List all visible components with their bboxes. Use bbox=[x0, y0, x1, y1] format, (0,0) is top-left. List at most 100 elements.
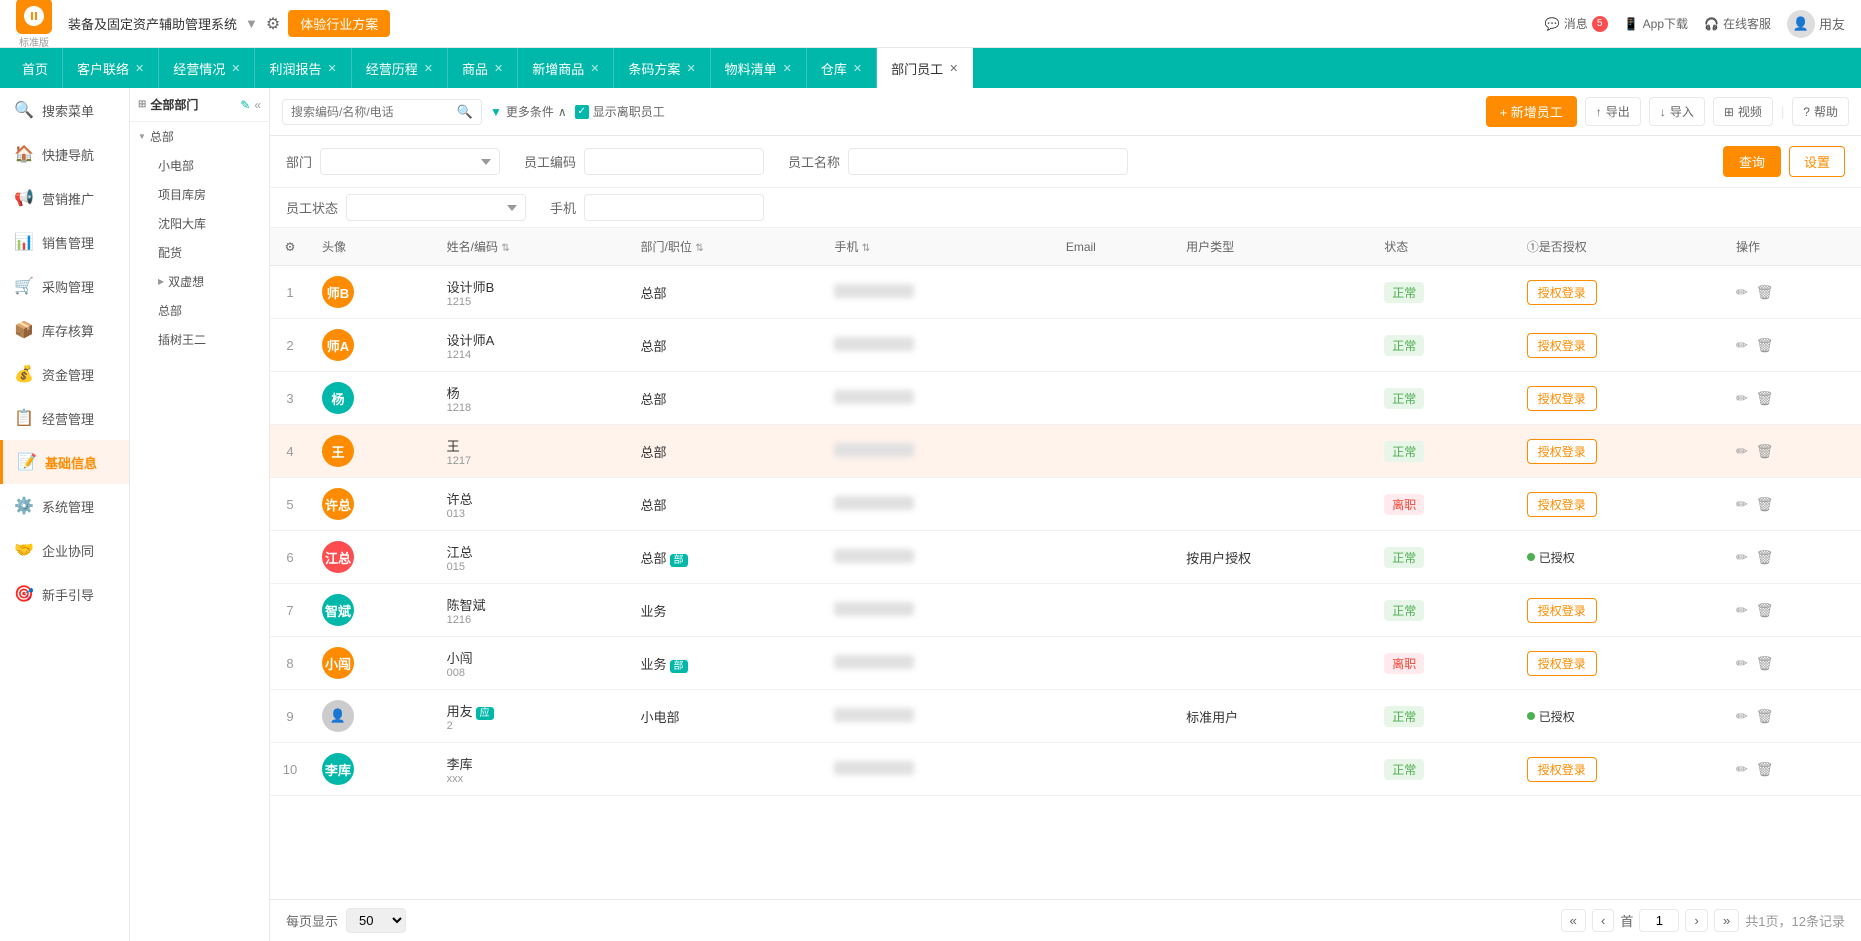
gear-icon[interactable]: ⚙ bbox=[266, 14, 280, 34]
authorize-button[interactable]: 授权登录 bbox=[1527, 333, 1597, 358]
authorize-button[interactable]: 授权登录 bbox=[1527, 280, 1597, 305]
col-phone[interactable]: 手机 ⇅ bbox=[822, 228, 1054, 266]
tab-profit[interactable]: 利润报告 ✕ bbox=[255, 48, 351, 88]
tab-barcode[interactable]: 条码方案 ✕ bbox=[614, 48, 710, 88]
close-operation-tab[interactable]: ✕ bbox=[231, 62, 240, 75]
nav-search[interactable]: 🔍 搜索菜单 bbox=[0, 88, 129, 132]
edit-icon[interactable]: ✏ bbox=[1736, 708, 1748, 725]
authorize-button[interactable]: 授权登录 bbox=[1527, 439, 1597, 464]
help-button[interactable]: ? 帮助 bbox=[1792, 97, 1849, 126]
edit-icon[interactable]: ✏ bbox=[1736, 390, 1748, 407]
page-size-select[interactable]: 50 100 200 bbox=[346, 908, 406, 933]
authorize-button[interactable]: 授权登录 bbox=[1527, 386, 1597, 411]
search-box[interactable]: 🔍 bbox=[282, 99, 482, 125]
close-barcode-tab[interactable]: ✕ bbox=[686, 62, 695, 75]
edit-icon[interactable]: ✏ bbox=[1736, 284, 1748, 301]
dept-headquarter[interactable]: ▼ 总部 bbox=[130, 122, 269, 151]
nav-marketing[interactable]: 📢 营销推广 bbox=[0, 176, 129, 220]
delete-icon[interactable]: 🗑 bbox=[1756, 337, 1774, 354]
dept-project-warehouse[interactable]: 项目库房 bbox=[130, 180, 269, 209]
close-history-tab[interactable]: ✕ bbox=[424, 62, 433, 75]
employee-name-input[interactable] bbox=[848, 148, 1128, 175]
edit-icon[interactable]: ✏ bbox=[1736, 602, 1748, 619]
delete-icon[interactable]: 🗑 bbox=[1756, 443, 1774, 460]
edit-icon[interactable]: ✏ bbox=[1736, 443, 1748, 460]
tab-employees[interactable]: 部门员工 ✕ bbox=[877, 48, 973, 88]
next-page-button[interactable]: › bbox=[1685, 909, 1707, 932]
dept-edit-icon[interactable]: ✎ bbox=[240, 98, 250, 112]
online-service-button[interactable]: 🎧 在线客服 bbox=[1704, 15, 1771, 32]
prev-page-button[interactable]: ‹ bbox=[1592, 909, 1614, 932]
dept-hq[interactable]: 总部 bbox=[130, 296, 269, 325]
delete-icon[interactable]: 🗑 bbox=[1756, 390, 1774, 407]
col-dept[interactable]: 部门/职位 ⇅ bbox=[629, 228, 823, 266]
close-profit-tab[interactable]: ✕ bbox=[328, 62, 337, 75]
app-download-button[interactable]: 📱 App下载 bbox=[1624, 15, 1688, 32]
delete-icon[interactable]: 🗑 bbox=[1756, 708, 1774, 725]
view-button[interactable]: ⊞ 视频 bbox=[1713, 97, 1773, 126]
dept-filter-select[interactable] bbox=[320, 148, 500, 175]
edit-icon[interactable]: ✏ bbox=[1736, 549, 1748, 566]
tab-operation[interactable]: 经营情况 ✕ bbox=[159, 48, 255, 88]
last-page-button[interactable]: » bbox=[1714, 909, 1739, 932]
tab-history[interactable]: 经营历程 ✕ bbox=[352, 48, 448, 88]
col-settings[interactable]: ⚙ bbox=[270, 228, 310, 266]
edit-icon[interactable]: ✏ bbox=[1736, 655, 1748, 672]
edit-icon[interactable]: ✏ bbox=[1736, 496, 1748, 513]
delete-icon[interactable]: 🗑 bbox=[1756, 655, 1774, 672]
authorize-button[interactable]: 授权登录 bbox=[1527, 757, 1597, 782]
nav-purchase[interactable]: 🛒 采购管理 bbox=[0, 264, 129, 308]
nav-system[interactable]: ⚙️ 系统管理 bbox=[0, 484, 129, 528]
tab-bom[interactable]: 物料清单 ✕ bbox=[711, 48, 807, 88]
close-customer-tab[interactable]: ✕ bbox=[135, 62, 144, 75]
user-area[interactable]: 👤 用友 bbox=[1787, 10, 1845, 38]
close-warehouse-tab[interactable]: ✕ bbox=[853, 62, 862, 75]
delete-icon[interactable]: 🗑 bbox=[1756, 549, 1774, 566]
experience-button[interactable]: 体验行业方案 bbox=[288, 10, 390, 37]
nav-inventory[interactable]: 📦 库存核算 bbox=[0, 308, 129, 352]
authorize-button[interactable]: 授权登录 bbox=[1527, 651, 1597, 676]
status-filter-select[interactable] bbox=[346, 194, 526, 221]
search-input[interactable] bbox=[291, 105, 453, 119]
export-button[interactable]: ↑ 导出 bbox=[1585, 97, 1641, 126]
dropdown-icon[interactable]: ▼ bbox=[245, 16, 258, 31]
close-add-goods-tab[interactable]: ✕ bbox=[590, 62, 599, 75]
edit-icon[interactable]: ✏ bbox=[1736, 761, 1748, 778]
delete-icon[interactable]: 🗑 bbox=[1756, 602, 1774, 619]
first-page-button[interactable]: « bbox=[1561, 909, 1586, 932]
tab-home[interactable]: 首页 bbox=[8, 48, 63, 88]
nav-basic[interactable]: 📝 基础信息 bbox=[0, 440, 129, 484]
search-button[interactable]: 查询 bbox=[1723, 146, 1781, 177]
dept-distribution[interactable]: 配货 bbox=[130, 238, 269, 267]
nav-finance[interactable]: 💰 资金管理 bbox=[0, 352, 129, 396]
nav-enterprise[interactable]: 🤝 企业协同 bbox=[0, 528, 129, 572]
close-bom-tab[interactable]: ✕ bbox=[783, 62, 792, 75]
tab-add-goods[interactable]: 新增商品 ✕ bbox=[518, 48, 614, 88]
dept-shenyang[interactable]: 沈阳大库 bbox=[130, 209, 269, 238]
search-icon[interactable]: 🔍 bbox=[457, 104, 473, 120]
col-name[interactable]: 姓名/编码 ⇅ bbox=[435, 228, 629, 266]
page-number-input[interactable] bbox=[1639, 909, 1679, 932]
tab-goods[interactable]: 商品 ✕ bbox=[448, 48, 518, 88]
tab-warehouse[interactable]: 仓库 ✕ bbox=[807, 48, 877, 88]
add-employee-button[interactable]: + 新增员工 bbox=[1486, 96, 1577, 127]
more-filters-button[interactable]: ▼ 更多条件 ∧ bbox=[490, 103, 567, 120]
nav-guide[interactable]: 🎯 新手引导 bbox=[0, 572, 129, 616]
edit-icon[interactable]: ✏ bbox=[1736, 337, 1748, 354]
import-button[interactable]: ↓ 导入 bbox=[1649, 97, 1705, 126]
dept-collapse-icon[interactable]: « bbox=[254, 98, 261, 112]
delete-icon[interactable]: 🗑 bbox=[1756, 761, 1774, 778]
nav-operation[interactable]: 📋 经营管理 bbox=[0, 396, 129, 440]
employee-code-input[interactable] bbox=[584, 148, 764, 175]
delete-icon[interactable]: 🗑 bbox=[1756, 284, 1774, 301]
show-inactive-checkbox[interactable]: ✓ 显示离职员工 bbox=[575, 103, 665, 120]
authorize-button[interactable]: 授权登录 bbox=[1527, 492, 1597, 517]
message-button[interactable]: 💬 消息 5 bbox=[1545, 15, 1608, 32]
nav-quick[interactable]: 🏠 快捷导航 bbox=[0, 132, 129, 176]
tab-customer[interactable]: 客户联络 ✕ bbox=[63, 48, 159, 88]
close-goods-tab[interactable]: ✕ bbox=[494, 62, 503, 75]
dept-chaoshu[interactable]: 插树王二 bbox=[130, 325, 269, 354]
delete-icon[interactable]: 🗑 bbox=[1756, 496, 1774, 513]
settings-button[interactable]: 设置 bbox=[1789, 146, 1845, 177]
nav-sales[interactable]: 📊 销售管理 bbox=[0, 220, 129, 264]
